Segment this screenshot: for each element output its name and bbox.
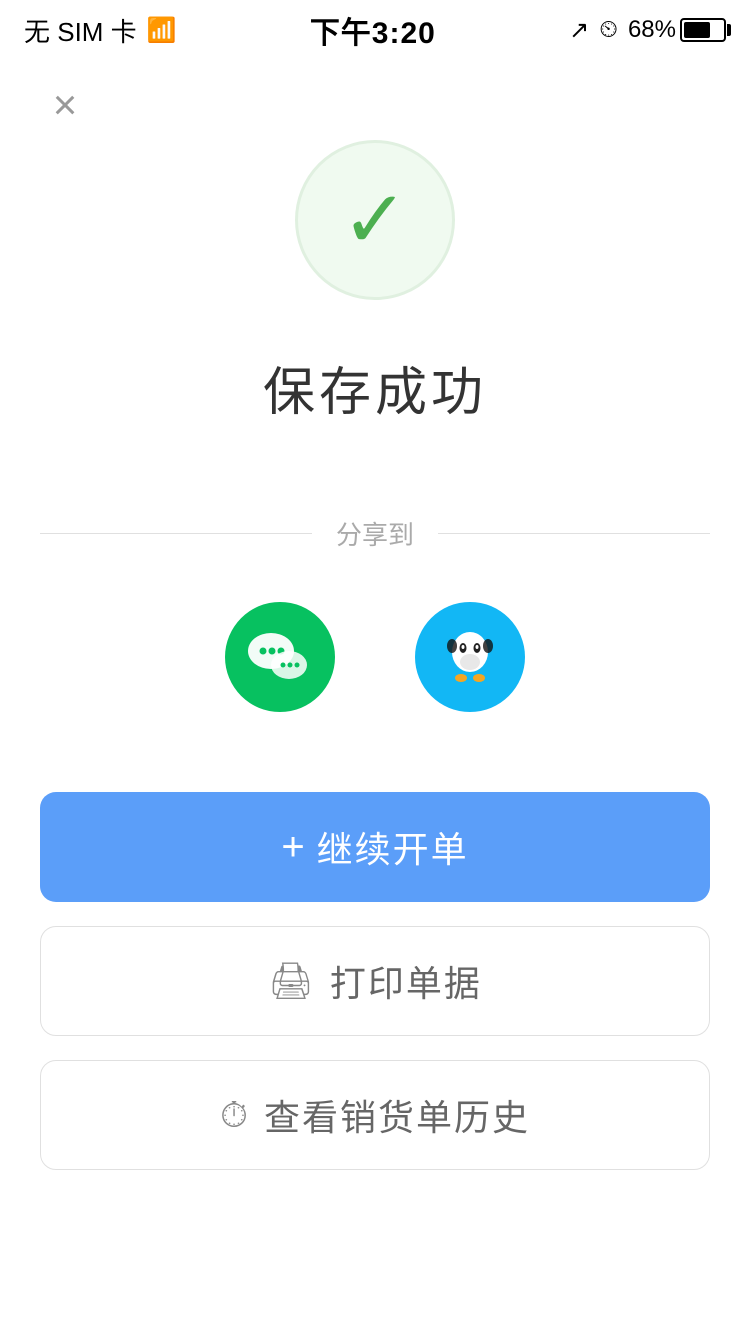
direction-icon: ↗: [569, 16, 589, 45]
close-button[interactable]: ×: [40, 80, 90, 130]
history-label: 查看销货单历史: [264, 1089, 530, 1141]
checkmark-icon: ✓: [341, 180, 408, 260]
wechat-share-button[interactable]: [225, 602, 335, 712]
share-icons: [40, 602, 710, 712]
success-area: ✓ 保存成功: [40, 60, 710, 465]
battery-percent: 68%: [628, 16, 676, 44]
continue-button[interactable]: + 继续开单: [40, 792, 710, 902]
printer-icon: 🖨: [268, 960, 314, 1002]
continue-label: 继续开单: [317, 821, 469, 873]
status-left: 无 SIM 卡 📶: [24, 12, 177, 49]
alarm-icon: ⏲: [599, 16, 618, 44]
divider-left: [40, 533, 312, 534]
battery-icon: [680, 18, 726, 42]
plus-icon: +: [281, 827, 304, 867]
share-label: 分享到: [312, 515, 438, 552]
success-title: 保存成功: [263, 350, 487, 425]
battery-fill: [684, 22, 710, 38]
status-right: ↗ ⏲ 68%: [569, 16, 726, 45]
battery: 68%: [628, 16, 726, 44]
wechat-icon: [247, 629, 313, 685]
divider-right: [438, 533, 710, 534]
main-content: × ✓ 保存成功 分享到: [0, 60, 750, 1170]
share-divider: 分享到: [40, 515, 710, 552]
success-circle: ✓: [295, 140, 455, 300]
qq-share-button[interactable]: [415, 602, 525, 712]
qq-icon: [441, 624, 499, 690]
action-buttons: + 继续开单 🖨 打印单据 ⏱ 查看销货单历史: [40, 792, 710, 1170]
status-bar: 无 SIM 卡 📶 下午3:20 ↗ ⏲ 68%: [0, 0, 750, 60]
clock-icon: ⏱: [220, 1094, 248, 1137]
print-label: 打印单据: [330, 955, 482, 1007]
close-icon: ×: [53, 84, 78, 126]
wifi-icon: 📶: [147, 16, 177, 45]
print-button[interactable]: 🖨 打印单据: [40, 926, 710, 1036]
status-time: 下午3:20: [310, 8, 436, 52]
history-button[interactable]: ⏱ 查看销货单历史: [40, 1060, 710, 1170]
no-sim-label: 无 SIM 卡: [24, 12, 137, 49]
